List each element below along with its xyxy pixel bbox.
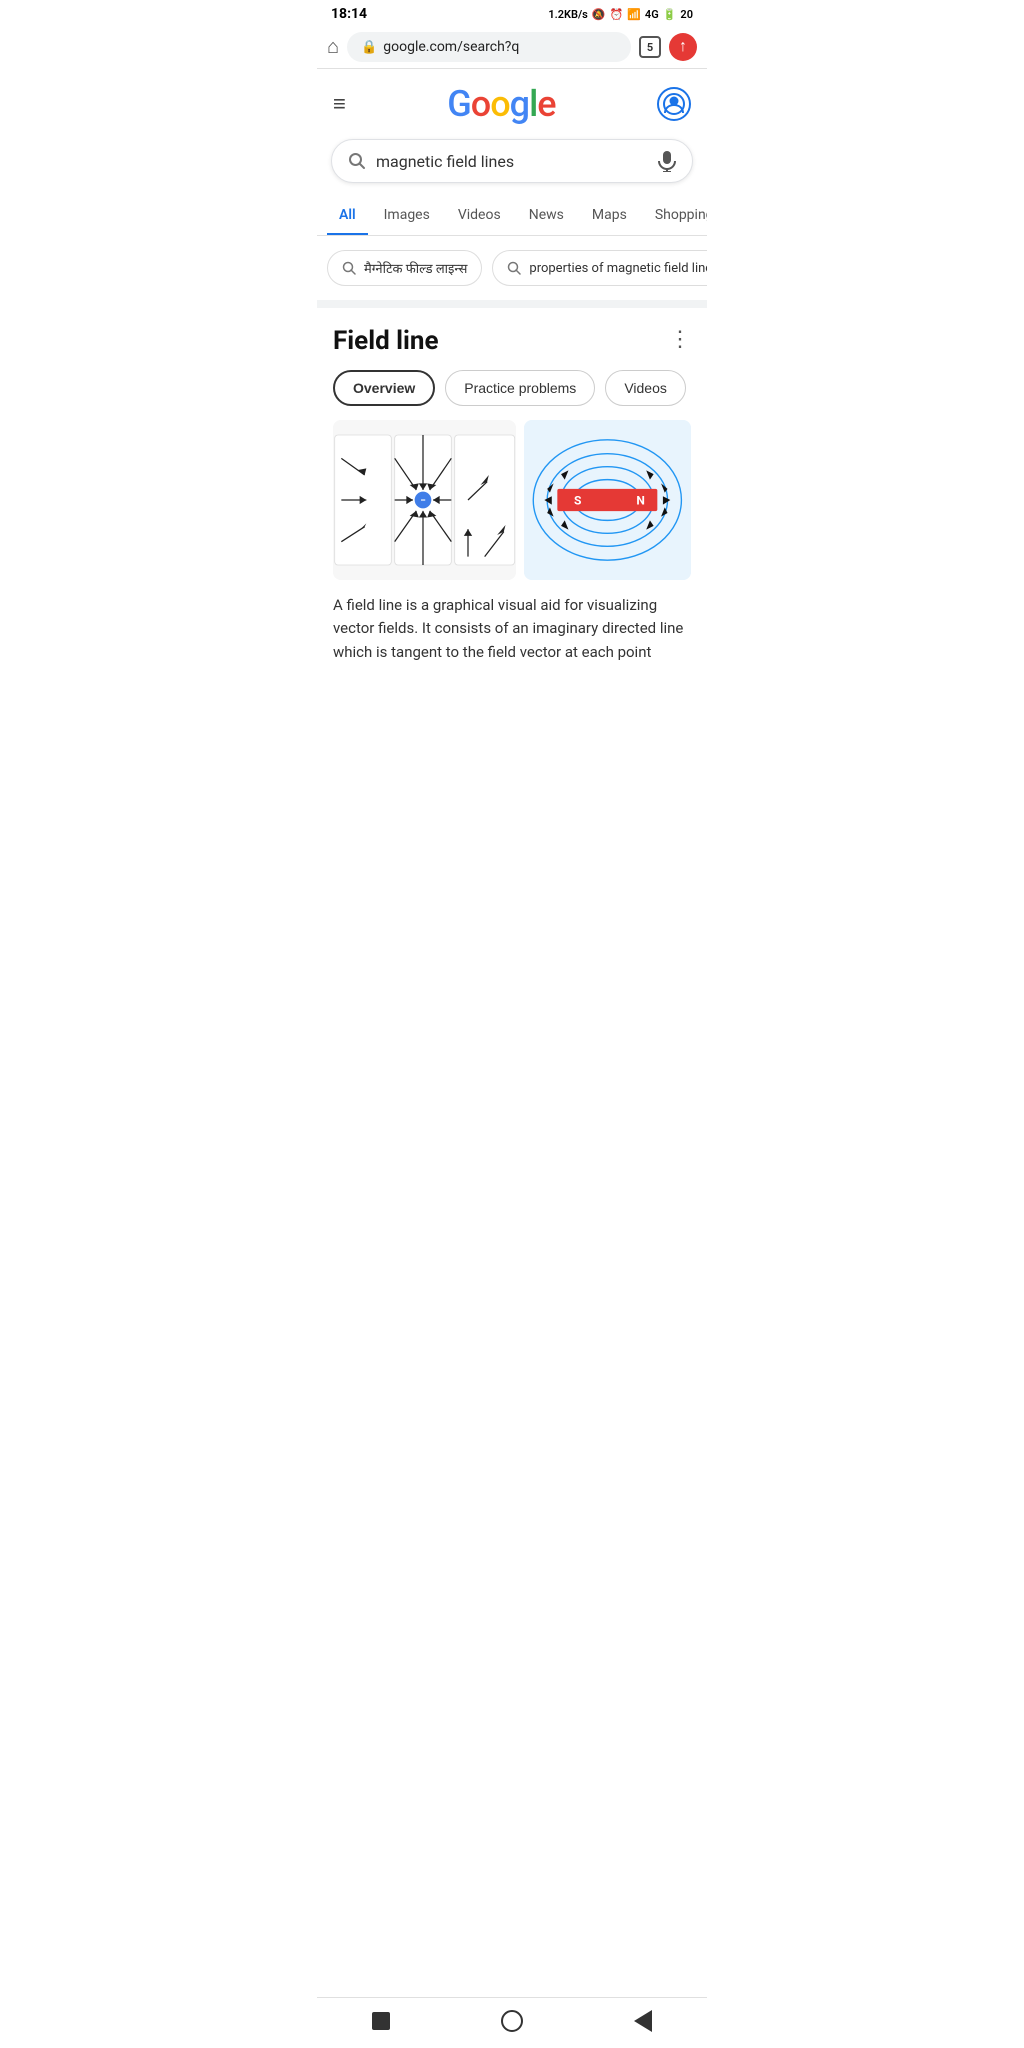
status-bar: 18:14 1.2KB/s 🔕 ⏰ 📶 4G 🔋 20	[317, 0, 707, 26]
battery-level: 20	[680, 8, 693, 21]
chip-label-properties: properties of magnetic field lines	[529, 261, 707, 276]
tab-count[interactable]: 5	[639, 36, 661, 58]
tab-videos[interactable]: Videos	[446, 197, 513, 236]
stop-button[interactable]	[372, 2012, 390, 2030]
url-text: google.com/search?q	[383, 39, 519, 55]
kp-description-text: A field line is a graphical visual aid f…	[333, 596, 683, 661]
tab-images[interactable]: Images	[372, 197, 442, 236]
google-header: ≡ Google	[317, 69, 707, 135]
signal-icon: 📶	[627, 8, 641, 21]
chip-search-icon-1	[342, 261, 356, 275]
logo-g: G	[447, 83, 471, 125]
chip-hindi[interactable]: मैग्नेटिक फील्ड लाइन्स	[327, 250, 482, 286]
tab-all[interactable]: All	[327, 197, 368, 236]
kp-description: A field line is a graphical visual aid f…	[333, 594, 691, 674]
stop-icon	[372, 2012, 390, 2030]
kp-header: Field line ⋮	[333, 326, 691, 356]
svg-text:N: N	[637, 494, 645, 508]
tab-shopping[interactable]: Shopping	[643, 197, 707, 236]
search-query: magnetic field lines	[376, 152, 648, 171]
home-nav-button[interactable]	[501, 2010, 523, 2032]
logo-o1: o	[471, 83, 490, 125]
google-logo: Google	[447, 83, 555, 125]
field-line-diagram-left[interactable]: −	[333, 420, 516, 580]
status-time: 18:14	[331, 6, 367, 22]
network-speed: 1.2KB/s	[548, 8, 588, 21]
subtab-overview[interactable]: Overview	[333, 370, 435, 406]
search-tabs: All Images Videos News Maps Shopping	[317, 197, 707, 236]
network-type: 4G	[645, 8, 659, 21]
knowledge-panel: Field line ⋮ Overview Practice problems …	[317, 308, 707, 684]
logo-g2: g	[510, 83, 529, 125]
alarm-icon: ⏰	[610, 8, 624, 21]
subtab-practice[interactable]: Practice problems	[445, 370, 595, 406]
section-divider	[317, 300, 707, 308]
update-button[interactable]: ↑	[669, 33, 697, 61]
logo-o2: o	[490, 83, 509, 125]
chip-label-hindi: मैग्नेटिक फील्ड लाइन्स	[364, 259, 467, 277]
kp-images: −	[333, 420, 691, 580]
user-avatar[interactable]	[657, 87, 691, 121]
field-line-diagram-right[interactable]: S N	[524, 420, 691, 580]
chip-search-icon-2	[507, 261, 521, 275]
lock-icon: 🔒	[361, 40, 377, 55]
search-bar[interactable]: magnetic field lines	[331, 139, 693, 183]
svg-text:−: −	[420, 495, 426, 506]
search-icon	[348, 152, 366, 170]
search-bar-wrap: magnetic field lines	[317, 135, 707, 197]
logo-e: e	[537, 83, 555, 125]
status-icons: 1.2KB/s 🔕 ⏰ 📶 4G 🔋 20	[548, 8, 693, 21]
kp-title: Field line	[333, 326, 439, 356]
back-icon	[634, 2010, 652, 2032]
tab-maps[interactable]: Maps	[580, 197, 639, 236]
kp-more-button[interactable]: ⋮	[669, 326, 691, 352]
mute-icon: 🔕	[592, 8, 606, 21]
battery-icon: 🔋	[663, 8, 677, 21]
bottom-nav	[317, 1997, 707, 2048]
home-button[interactable]: ⌂	[327, 36, 339, 59]
tab-news[interactable]: News	[517, 197, 576, 236]
suggestion-chips: मैग्नेटिक फील्ड लाइन्स properties of mag…	[317, 236, 707, 300]
hamburger-menu[interactable]: ≡	[333, 91, 346, 117]
chip-properties[interactable]: properties of magnetic field lines	[492, 250, 707, 286]
subtab-videos[interactable]: Videos	[605, 370, 686, 406]
url-bar[interactable]: 🔒 google.com/search?q	[347, 32, 631, 62]
svg-text:S: S	[574, 494, 581, 508]
browser-bar: ⌂ 🔒 google.com/search?q 5 ↑	[317, 26, 707, 69]
kp-subtabs: Overview Practice problems Videos	[333, 370, 691, 406]
back-nav-button[interactable]	[634, 2010, 652, 2032]
home-icon	[501, 2010, 523, 2032]
mic-icon[interactable]	[658, 150, 676, 172]
